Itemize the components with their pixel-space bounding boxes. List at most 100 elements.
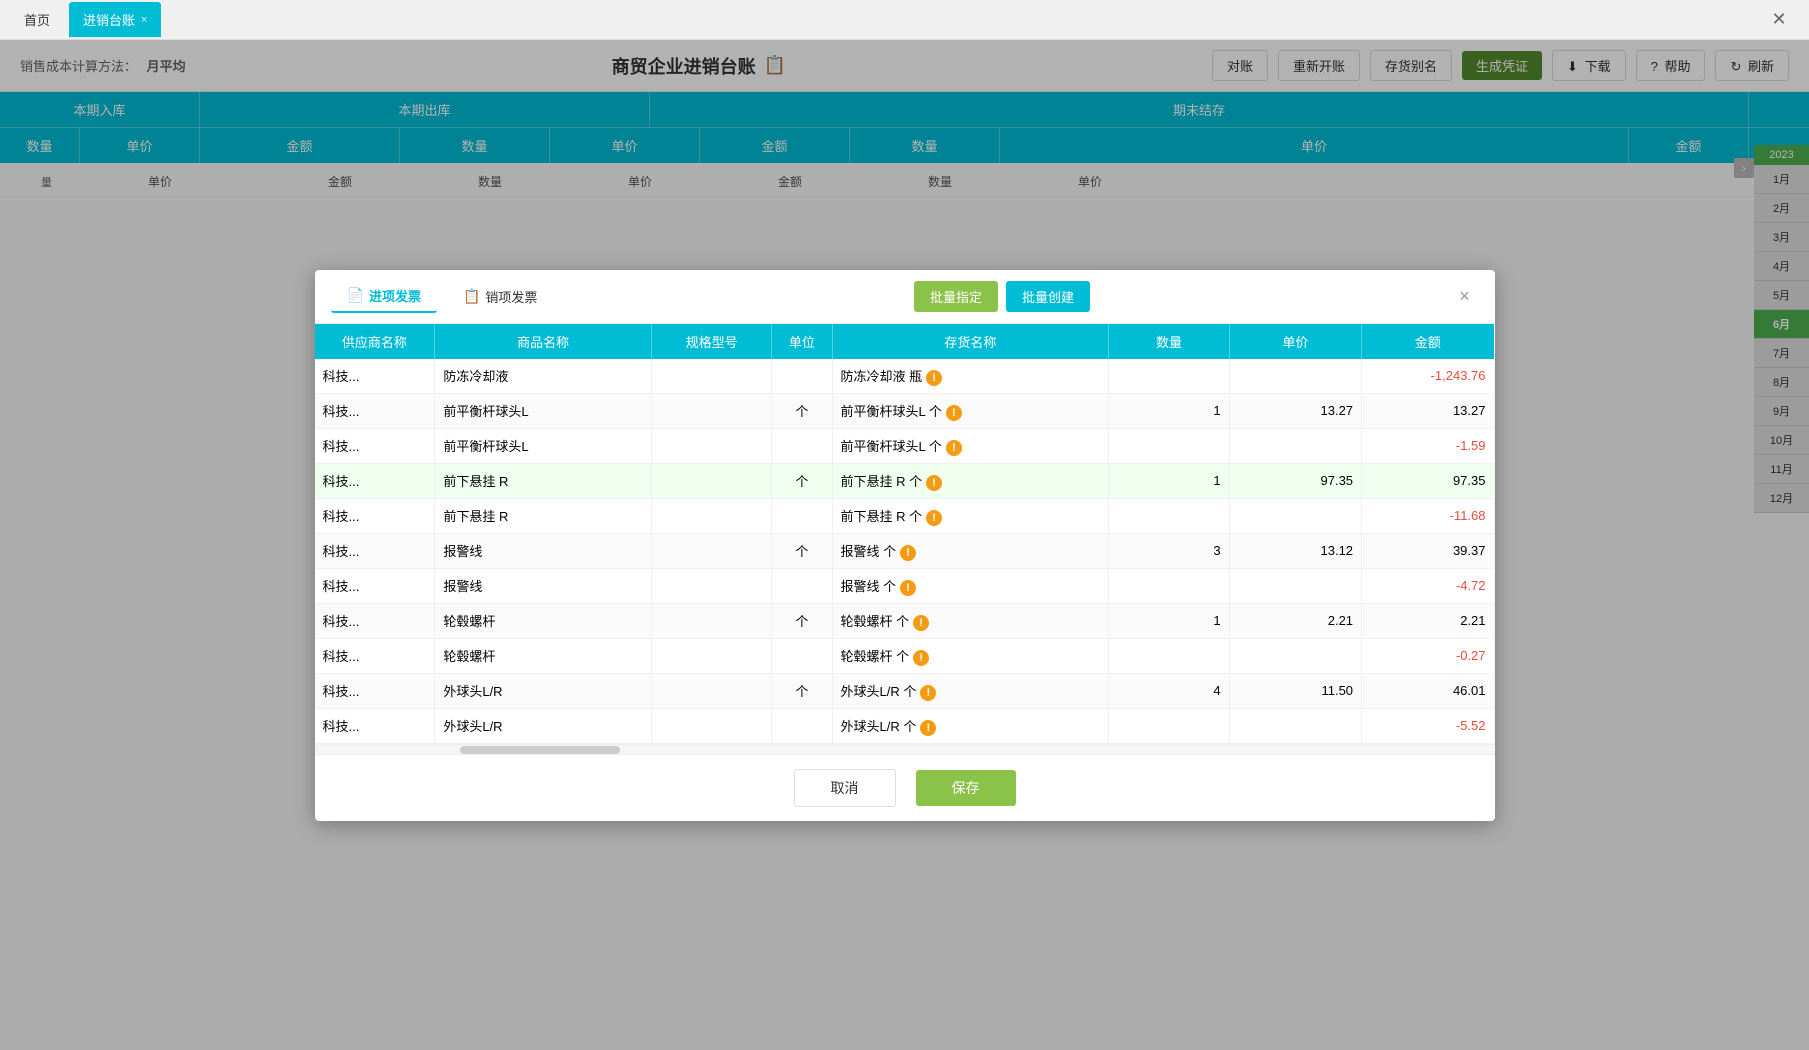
unit-cell: 个 [772, 393, 832, 428]
col-supplier: 供应商名称 [315, 324, 435, 359]
inventory-cell: 外球头L/R 个! [832, 708, 1109, 743]
supplier-cell: 科技... [315, 708, 435, 743]
unit-cell [772, 428, 832, 463]
unit-cell [772, 359, 832, 394]
window-close-icon: ✕ [1771, 9, 1786, 30]
warning-icon: ! [913, 615, 929, 631]
warning-icon: ! [920, 685, 936, 701]
supplier-cell: 科技... [315, 673, 435, 708]
qty-cell [1109, 638, 1229, 673]
table-row: 科技... 防冻冷却液 防冻冷却液 瓶! -1,243.76 [315, 359, 1495, 394]
modal-overlay: 📄 进项发票 📋 销项发票 批量指定 批量创建 × [0, 40, 1809, 1050]
inventory-cell: 前平衡杆球头L 个! [832, 393, 1109, 428]
inventory-cell: 前下悬挂 R 个! [832, 498, 1109, 533]
qty-cell [1109, 708, 1229, 743]
table-header-row: 供应商名称 商品名称 规格型号 单位 存货名称 数量 单价 金额 [315, 324, 1495, 359]
col-product: 商品名称 [435, 324, 652, 359]
col-unit: 单位 [772, 324, 832, 359]
table-row: 科技... 报警线 个 报警线 个! 3 13.12 39.37 [315, 533, 1495, 568]
warning-icon: ! [946, 440, 962, 456]
product-cell: 外球头L/R [435, 708, 652, 743]
inventory-cell: 外球头L/R 个! [832, 673, 1109, 708]
table-row: 科技... 报警线 报警线 个! -4.72 [315, 568, 1495, 603]
amount-cell: -1,243.76 [1362, 359, 1494, 394]
spec-cell [651, 568, 771, 603]
spec-cell [651, 603, 771, 638]
supplier-cell: 科技... [315, 603, 435, 638]
horizontal-scrollbar[interactable] [315, 744, 1495, 754]
spec-cell [651, 393, 771, 428]
qty-cell: 1 [1109, 603, 1229, 638]
inventory-cell: 前平衡杆球头L 个! [832, 428, 1109, 463]
window-close-button[interactable]: ✕ [1759, 0, 1799, 40]
supplier-cell: 科技... [315, 533, 435, 568]
unit-cell [772, 498, 832, 533]
unit-cell [772, 708, 832, 743]
outgoing-tab-label: 销项发票 [485, 287, 537, 306]
supplier-cell: 科技... [315, 568, 435, 603]
qty-cell [1109, 498, 1229, 533]
tab-bar: 首页 进销台账 × ✕ [0, 0, 1809, 40]
modal-close-button[interactable]: × [1451, 282, 1479, 310]
batch-assign-button[interactable]: 批量指定 [914, 281, 998, 312]
qty-cell [1109, 359, 1229, 394]
spec-cell [651, 359, 771, 394]
qty-cell: 1 [1109, 463, 1229, 498]
tab-active-label: 进销台账 [83, 10, 135, 29]
product-cell: 前平衡杆球头L [435, 428, 652, 463]
tab-active[interactable]: 进销台账 × [69, 2, 161, 37]
warning-icon: ! [913, 650, 929, 666]
modal-table-container[interactable]: 供应商名称 商品名称 规格型号 单位 存货名称 数量 单价 金额 科技.. [315, 324, 1495, 744]
product-cell: 前下悬挂 R [435, 498, 652, 533]
spec-cell [651, 463, 771, 498]
outgoing-tab-icon: 📋 [463, 288, 480, 305]
col-inventory: 存货名称 [832, 324, 1109, 359]
table-row: 科技... 前下悬挂 R 个 前下悬挂 R 个! 1 97.35 97.35 [315, 463, 1495, 498]
amount-cell: -5.52 [1362, 708, 1494, 743]
warning-icon: ! [920, 720, 936, 736]
price-cell [1229, 638, 1361, 673]
scrollbar-thumb[interactable] [460, 746, 620, 754]
save-button[interactable]: 保存 [916, 770, 1016, 806]
supplier-cell: 科技... [315, 498, 435, 533]
inventory-cell: 防冻冷却液 瓶! [832, 359, 1109, 394]
tab-incoming-invoice[interactable]: 📄 进项发票 [331, 280, 437, 313]
tab-close-icon[interactable]: × [141, 14, 147, 26]
price-cell [1229, 708, 1361, 743]
warning-icon: ! [946, 405, 962, 421]
supplier-cell: 科技... [315, 638, 435, 673]
col-amount: 金额 [1362, 324, 1494, 359]
product-cell: 前平衡杆球头L [435, 393, 652, 428]
price-cell: 13.12 [1229, 533, 1361, 568]
warning-icon: ! [900, 580, 916, 596]
inventory-cell: 轮毂螺杆 个! [832, 638, 1109, 673]
spec-cell [651, 638, 771, 673]
unit-cell: 个 [772, 673, 832, 708]
tab-home[interactable]: 首页 [10, 2, 64, 37]
amount-cell: -11.68 [1362, 498, 1494, 533]
table-row: 科技... 外球头L/R 个 外球头L/R 个! 4 11.50 46.01 [315, 673, 1495, 708]
cancel-button[interactable]: 取消 [794, 769, 896, 807]
amount-cell: 39.37 [1362, 533, 1494, 568]
table-head: 供应商名称 商品名称 规格型号 单位 存货名称 数量 单价 金额 [315, 324, 1495, 359]
table-row: 科技... 轮毂螺杆 轮毂螺杆 个! -0.27 [315, 638, 1495, 673]
batch-create-button[interactable]: 批量创建 [1006, 281, 1090, 312]
unit-cell: 个 [772, 463, 832, 498]
col-qty: 数量 [1109, 324, 1229, 359]
modal-dialog: 📄 进项发票 📋 销项发票 批量指定 批量创建 × [315, 270, 1495, 821]
table-row: 科技... 轮毂螺杆 个 轮毂螺杆 个! 1 2.21 2.21 [315, 603, 1495, 638]
inventory-cell: 报警线 个! [832, 533, 1109, 568]
spec-cell [651, 708, 771, 743]
spec-cell [651, 498, 771, 533]
warning-icon: ! [926, 475, 942, 491]
tab-outgoing-invoice[interactable]: 📋 销项发票 [447, 281, 553, 312]
spec-cell [651, 673, 771, 708]
supplier-cell: 科技... [315, 393, 435, 428]
amount-cell: -0.27 [1362, 638, 1494, 673]
price-cell [1229, 568, 1361, 603]
price-cell [1229, 428, 1361, 463]
unit-cell: 个 [772, 603, 832, 638]
price-cell: 97.35 [1229, 463, 1361, 498]
qty-cell: 4 [1109, 673, 1229, 708]
product-cell: 外球头L/R [435, 673, 652, 708]
